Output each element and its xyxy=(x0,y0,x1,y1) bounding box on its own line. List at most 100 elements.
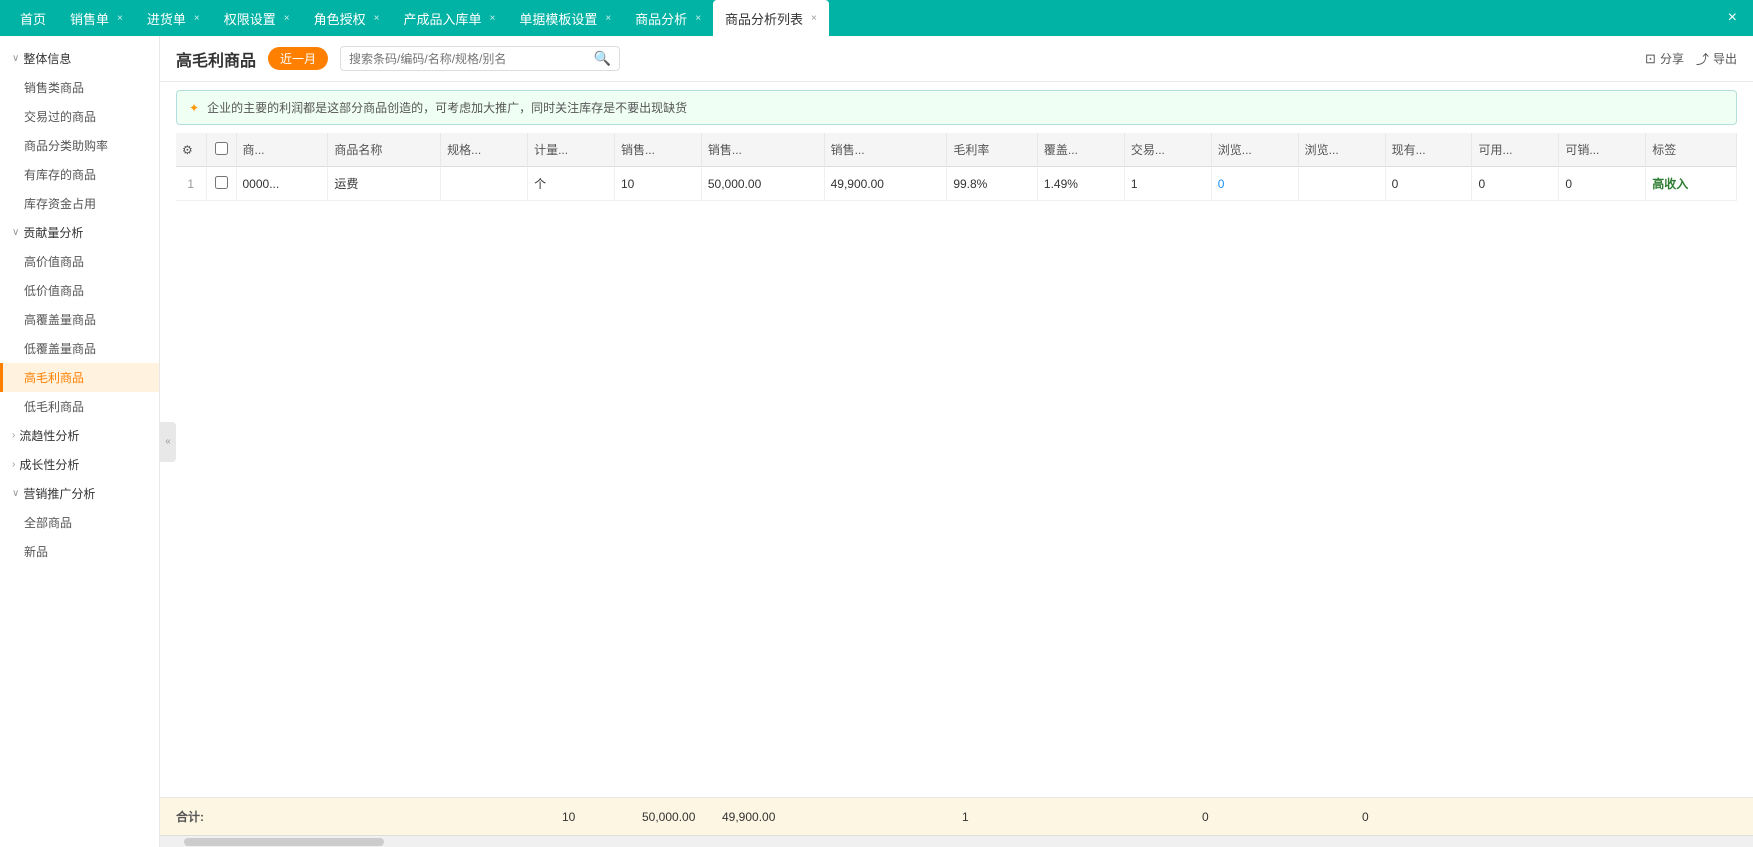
chevron-down-icon-2: ∨ xyxy=(12,227,19,238)
row-num: 1 xyxy=(176,167,206,201)
filter-recent-month-button[interactable]: 近一月 xyxy=(268,47,328,70)
col-spec: 规格... xyxy=(441,133,528,167)
col-browse1: 浏览... xyxy=(1211,133,1298,167)
select-all-checkbox[interactable] xyxy=(215,142,228,155)
nav-close-analysis-list[interactable]: × xyxy=(811,13,817,24)
top-navigation: 首页 销售单 × 进货单 × 权限设置 × 角色授权 × 产成品入库单 × 单据… xyxy=(0,0,1753,36)
search-icon[interactable]: 🔍 xyxy=(594,50,611,67)
footer-sales-qty: 10 xyxy=(556,810,636,824)
horizontal-scrollbar[interactable] xyxy=(160,835,1753,847)
header-actions: ⊡ 分享 ⤴ 导出 xyxy=(1645,49,1737,68)
content-area: « 高毛利商品 近一月 🔍 ⊡ 分享 ⤴ 导出 ✦ xyxy=(160,36,1753,847)
row-name: 运费 xyxy=(328,167,441,201)
sidebar-group-contribution[interactable]: ∨ 贡献量分析 xyxy=(0,218,159,247)
nav-permissions[interactable]: 权限设置 × xyxy=(212,0,302,36)
sidebar-collapse-button[interactable]: « xyxy=(160,422,176,462)
nav-close-analysis[interactable]: × xyxy=(695,13,701,24)
share-icon: ⊡ xyxy=(1645,51,1656,67)
row-stock-current: 0 xyxy=(1385,167,1472,201)
footer-empty-7 xyxy=(1036,810,1116,824)
col-unit: 计量... xyxy=(528,133,615,167)
nav-product-inbound[interactable]: 产成品入库单 × xyxy=(391,0,507,36)
sidebar-group-trend[interactable]: › 流趋性分析 xyxy=(0,421,159,450)
nav-analysis-list[interactable]: 商品分析列表 × xyxy=(713,0,829,36)
info-banner: ✦ 企业的主要的利润都是这部分商品创造的，可考虑加大推广，同时关注库存是不要出现… xyxy=(176,90,1737,125)
col-sales-qty: 销售... xyxy=(614,133,701,167)
table-container[interactable]: ⚙ 商... 商品名称 规格... xyxy=(176,133,1737,797)
row-checkbox[interactable] xyxy=(215,176,228,189)
product-table: ⚙ 商... 商品名称 规格... xyxy=(176,133,1737,201)
footer-empty-1 xyxy=(236,810,316,824)
nav-close-permissions[interactable]: × xyxy=(284,13,290,24)
nav-close-sales[interactable]: × xyxy=(117,13,123,24)
nav-close-role[interactable]: × xyxy=(374,13,380,24)
col-settings[interactable]: ⚙ xyxy=(176,133,206,167)
chevron-right-icon-2: › xyxy=(12,459,15,470)
col-trade: 交易... xyxy=(1124,133,1211,167)
scroll-thumb[interactable] xyxy=(184,838,384,846)
row-browse1[interactable]: 0 xyxy=(1211,167,1298,201)
row-sales-amount: 50,000.00 xyxy=(701,167,824,201)
sidebar-item-stocked-goods[interactable]: 有库存的商品 xyxy=(0,160,159,189)
sidebar-item-traded-goods[interactable]: 交易过的商品 xyxy=(0,102,159,131)
settings-icon[interactable]: ⚙ xyxy=(182,143,193,157)
sidebar-item-capital-occupation[interactable]: 库存资金占用 xyxy=(0,189,159,218)
footer-stock-current: 0 xyxy=(1196,810,1276,824)
row-checkbox-cell[interactable] xyxy=(206,167,236,201)
row-stock-sale: 0 xyxy=(1559,167,1646,201)
chevron-down-icon: ∨ xyxy=(12,53,19,64)
sidebar-item-all-goods[interactable]: 全部商品 xyxy=(0,508,159,537)
nav-close-template[interactable]: × xyxy=(605,13,611,24)
sidebar-group-marketing[interactable]: ∨ 营销推广分析 xyxy=(0,479,159,508)
row-sales-qty: 10 xyxy=(614,167,701,201)
col-stock-sale: 可销... xyxy=(1559,133,1646,167)
nav-close-purchase[interactable]: × xyxy=(194,13,200,24)
sidebar-group-overall[interactable]: ∨ 整体信息 xyxy=(0,44,159,73)
row-gross-margin: 99.8% xyxy=(947,167,1038,201)
sidebar-item-new-goods[interactable]: 新品 xyxy=(0,537,159,566)
window-close-button[interactable]: × xyxy=(1720,9,1745,27)
col-name: 商品名称 xyxy=(328,133,441,167)
col-sales-amount: 销售... xyxy=(701,133,824,167)
share-button[interactable]: ⊡ 分享 xyxy=(1645,50,1684,67)
sidebar-item-high-margin[interactable]: 高毛利商品 xyxy=(0,363,159,392)
col-stock-current: 现有... xyxy=(1385,133,1472,167)
nav-purchase-order[interactable]: 进货单 × xyxy=(135,0,212,36)
col-sales-profit: 销售... xyxy=(824,133,947,167)
sidebar-item-low-value[interactable]: 低价值商品 xyxy=(0,276,159,305)
col-browse2: 浏览... xyxy=(1298,133,1385,167)
nav-sales-order[interactable]: 销售单 × xyxy=(58,0,135,36)
col-tag: 标签 xyxy=(1646,133,1737,167)
nav-close-inbound[interactable]: × xyxy=(489,13,495,24)
sidebar-item-category-purchase-rate[interactable]: 商品分类助购率 xyxy=(0,131,159,160)
sidebar-item-high-coverage[interactable]: 高覆盖量商品 xyxy=(0,305,159,334)
nav-product-analysis[interactable]: 商品分析 × xyxy=(623,0,713,36)
chevron-down-icon-3: ∨ xyxy=(12,488,19,499)
sidebar-item-low-coverage[interactable]: 低覆盖量商品 xyxy=(0,334,159,363)
nav-role-auth[interactable]: 角色授权 × xyxy=(302,0,392,36)
nav-template-settings[interactable]: 单据模板设置 × xyxy=(507,0,623,36)
sidebar-item-sales-goods[interactable]: 销售类商品 xyxy=(0,73,159,102)
col-stock-avail: 可用... xyxy=(1472,133,1559,167)
export-button[interactable]: ⤴ 导出 xyxy=(1696,49,1737,68)
info-icon: ✦ xyxy=(189,101,199,115)
row-stock-avail: 0 xyxy=(1472,167,1559,201)
sidebar-group-growth[interactable]: › 成长性分析 xyxy=(0,450,159,479)
col-coverage: 覆盖... xyxy=(1037,133,1124,167)
footer-empty-4 xyxy=(476,810,556,824)
footer-sales-amount: 50,000.00 xyxy=(636,810,716,824)
footer-empty-3 xyxy=(396,810,476,824)
search-box[interactable]: 🔍 xyxy=(340,46,620,71)
main-layout: ∨ 整体信息 销售类商品 交易过的商品 商品分类助购率 有库存的商品 库存资金占… xyxy=(0,36,1753,847)
sidebar-item-high-value[interactable]: 高价值商品 xyxy=(0,247,159,276)
table-header-row: ⚙ 商... 商品名称 规格... xyxy=(176,133,1737,167)
nav-home[interactable]: 首页 xyxy=(8,0,58,36)
row-trade: 1 xyxy=(1124,167,1211,201)
footer-empty-8 xyxy=(1116,810,1196,824)
col-checkbox xyxy=(206,133,236,167)
table-row: 1 0000... 运费 xyxy=(176,167,1737,201)
sidebar-item-low-margin[interactable]: 低毛利商品 xyxy=(0,392,159,421)
chevron-right-icon: › xyxy=(12,430,15,441)
footer-cells: 10 50,000.00 49,900.00 1 0 0 xyxy=(236,810,1737,824)
search-input[interactable] xyxy=(349,52,590,66)
